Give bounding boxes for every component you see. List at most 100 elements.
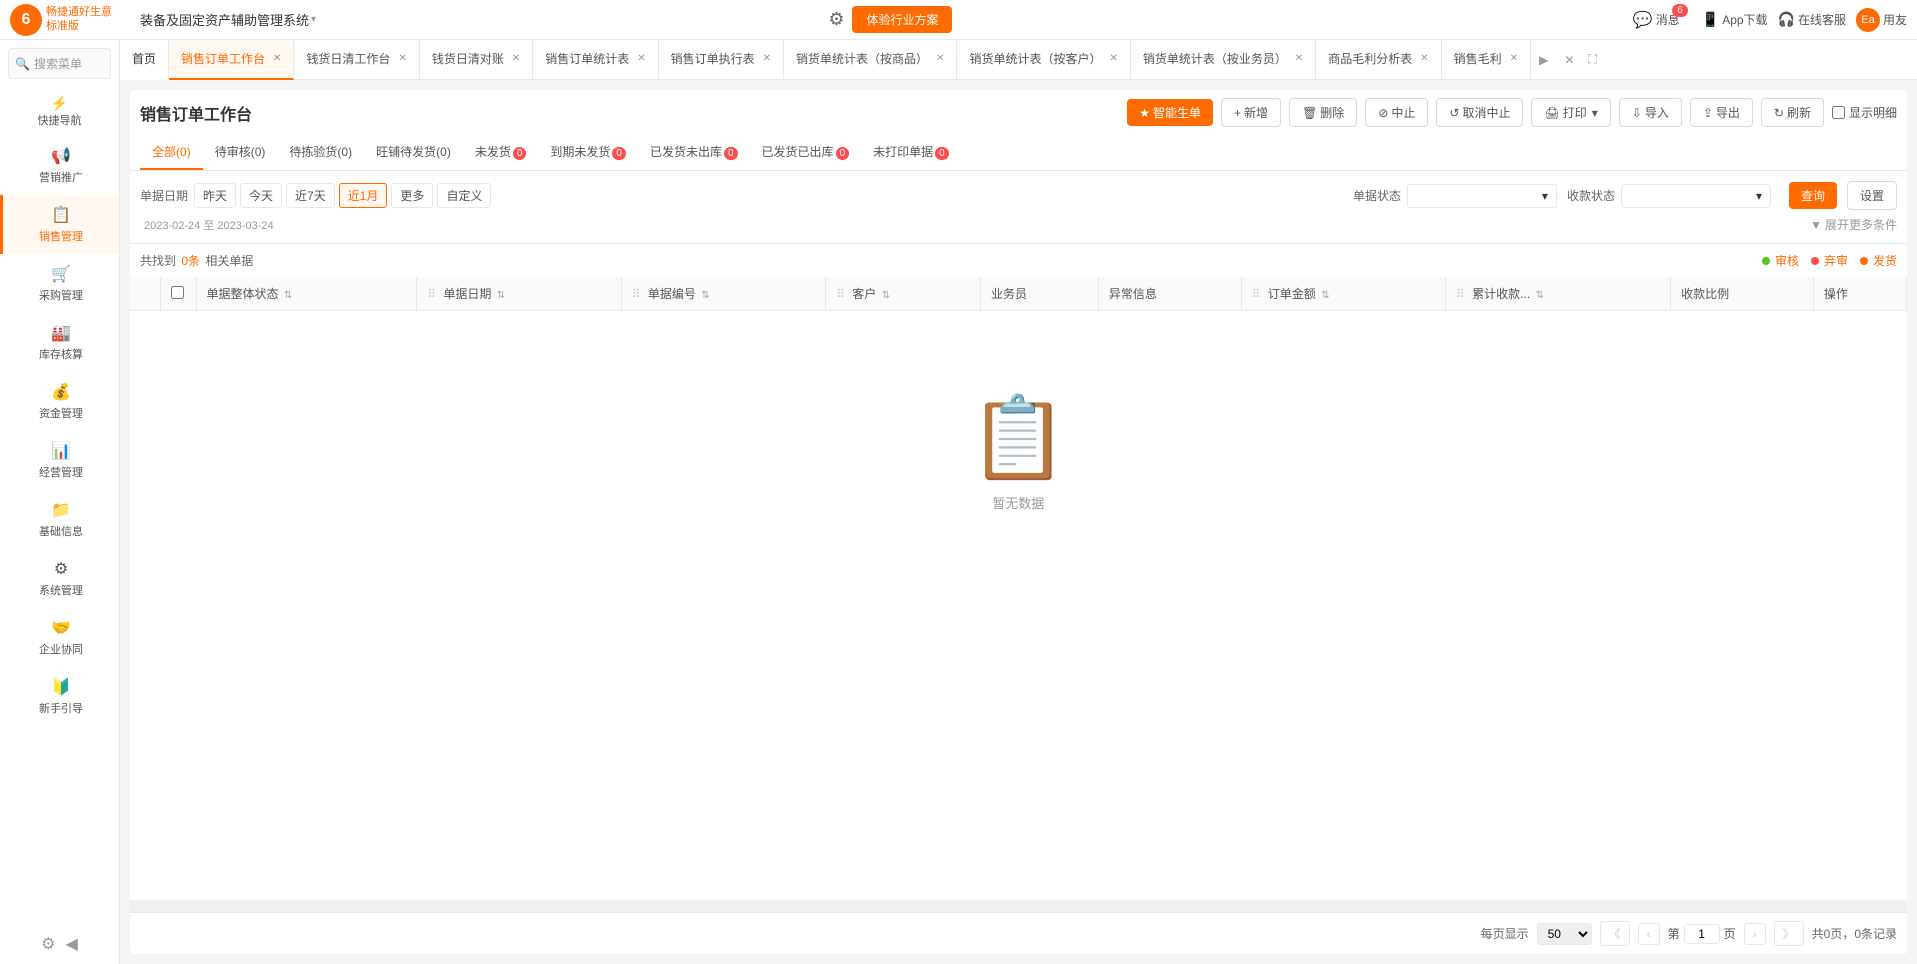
th-amount-sort-icon: ⇅ <box>1321 290 1329 301</box>
sidebar-item-inventory[interactable]: 🏭 库存核算 <box>0 313 119 372</box>
ship-btn[interactable]: 发货 <box>1860 252 1897 269</box>
tab-cash-reconcile[interactable]: 钱货日清对账 ✕ <box>420 40 533 80</box>
sidebar-item-finance[interactable]: 💰 资金管理 <box>0 372 119 431</box>
tab-sales-summary-customer-close[interactable]: ✕ <box>1109 53 1117 64</box>
tab-home[interactable]: 首页 <box>120 40 169 80</box>
date-today-btn[interactable]: 今天 <box>240 183 282 208</box>
tab-more-btn[interactable]: ▶ <box>1531 53 1556 67</box>
add-btn[interactable]: + 新增 <box>1221 98 1281 127</box>
sub-tab-shipped-out[interactable]: 已发货已出库0 <box>750 135 862 170</box>
tab-sales-stat-close[interactable]: ✕ <box>637 53 645 64</box>
sidebar-item-fast-nav[interactable]: ⚡ 快捷导航 <box>0 87 119 136</box>
online-service-btn[interactable]: 🎧 在线客服 <box>1778 11 1846 28</box>
print-dropdown-icon[interactable]: ▾ <box>1592 106 1598 120</box>
search-menu-btn[interactable]: 🔍 搜索菜单 <box>8 48 111 79</box>
refresh-btn[interactable]: ↻ 刷新 <box>1761 98 1824 127</box>
message-btn[interactable]: 💬 6 消息 <box>1633 10 1680 30</box>
sidebar-item-purchase[interactable]: 🛒 采购管理 <box>0 254 119 313</box>
th-number[interactable]: ⠿ 单据编号 ⇅ <box>621 277 825 311</box>
tab-sales-profit[interactable]: 销售毛利 ✕ <box>1442 40 1531 80</box>
show-detail-label[interactable]: 显示明细 <box>1832 104 1897 121</box>
horizontal-scrollbar[interactable] <box>130 900 1907 912</box>
date-1month-btn[interactable]: 近1月 <box>339 183 388 208</box>
tab-sales-summary-product-close[interactable]: ✕ <box>936 53 944 64</box>
th-customer[interactable]: ⠿ 客户 ⇅ <box>826 277 981 311</box>
status-select[interactable]: ▾ <box>1407 184 1557 208</box>
next-page-btn[interactable]: › <box>1744 923 1766 945</box>
industry-btn[interactable]: 体验行业方案 <box>852 6 952 33</box>
sub-tab-wangpu-pending[interactable]: 旺铺待发货(0) <box>364 135 463 170</box>
app-download-btn[interactable]: 📱 App下载 <box>1702 11 1768 28</box>
collection-select[interactable]: ▾ <box>1621 184 1771 208</box>
date-yesterday-btn[interactable]: 昨天 <box>194 183 236 208</box>
delete-btn[interactable]: 🗑 删除 <box>1289 98 1357 127</box>
th-collected[interactable]: ⠿ 累计收款... ⇅ <box>1446 277 1671 311</box>
tab-sales-stat[interactable]: 销售订单统计表 ✕ <box>533 40 658 80</box>
import-btn[interactable]: ⇩ 导入 <box>1619 98 1682 127</box>
tab-cash-daily[interactable]: 钱货日清工作台 ✕ <box>294 40 419 80</box>
th-status[interactable]: 单据整体状态 ⇅ <box>196 277 417 311</box>
sidebar-item-sales[interactable]: 📋 销售管理 <box>0 195 119 254</box>
sub-tab-expired-not-shipped[interactable]: 到期未发货0 <box>538 135 638 170</box>
tab-sales-summary-staff[interactable]: 销货单统计表（按业务员） ✕ <box>1131 40 1316 80</box>
smart-create-btn[interactable]: ★ 智能生单 <box>1127 99 1213 126</box>
settings-gear-icon[interactable]: ⚙ <box>828 9 844 30</box>
date-filter-btns: 昨天 今天 近7天 近1月 更多 自定义 <box>194 183 491 208</box>
tab-sales-profit-close[interactable]: ✕ <box>1510 53 1518 64</box>
date-7days-btn[interactable]: 近7天 <box>286 183 335 208</box>
export-btn[interactable]: ⇪ 导出 <box>1690 98 1753 127</box>
abandon-review-btn[interactable]: 弃审 <box>1811 252 1848 269</box>
sub-tab-pending-inspect[interactable]: 待拣验货(0) <box>277 135 364 170</box>
sub-tab-shipped-not-out[interactable]: 已发货未出库0 <box>638 135 750 170</box>
sidebar-item-marketing[interactable]: 📢 营销推广 <box>0 136 119 195</box>
last-page-btn[interactable]: 》 <box>1774 921 1804 946</box>
system-title-dropdown[interactable]: ▾ <box>311 14 316 25</box>
tab-cash-daily-close[interactable]: ✕ <box>398 53 406 64</box>
tab-cash-reconcile-close[interactable]: ✕ <box>512 53 520 64</box>
prev-page-btn[interactable]: ‹ <box>1638 923 1660 945</box>
filter-settings-btn[interactable]: 设置 <box>1847 181 1897 210</box>
sidebar-item-basic[interactable]: 📁 基础信息 <box>0 490 119 549</box>
show-detail-checkbox[interactable] <box>1832 106 1845 119</box>
th-drag-handle: ⠿ <box>427 287 436 301</box>
page-input[interactable] <box>1684 924 1720 944</box>
suspend-btn[interactable]: ⊘ 中止 <box>1365 98 1428 127</box>
sidebar-item-guide[interactable]: 🔰 新手引导 <box>0 667 119 726</box>
review-btn[interactable]: 审核 <box>1762 252 1799 269</box>
select-all-checkbox[interactable] <box>171 286 184 299</box>
th-date[interactable]: ⠿ 单据日期 ⇅ <box>417 277 621 311</box>
first-page-btn[interactable]: 《 <box>1600 921 1630 946</box>
sub-tab-not-shipped[interactable]: 未发货0 <box>463 135 539 170</box>
query-btn[interactable]: 查询 <box>1789 182 1837 209</box>
date-more-btn[interactable]: 更多 <box>391 183 433 208</box>
tab-sales-summary-customer[interactable]: 销货单统计表（按客户） ✕ <box>957 40 1130 80</box>
tab-close-all-btn[interactable]: ✕ <box>1556 53 1582 67</box>
sub-tab-all[interactable]: 全部(0) <box>140 135 203 170</box>
sidebar-collapse-btn[interactable]: ◀ <box>66 934 78 954</box>
sales-icon: 📋 <box>51 205 71 225</box>
tab-sales-workbench[interactable]: 销售订单工作台 ✕ <box>169 40 294 80</box>
tab-fullscreen-btn[interactable]: ⛶ <box>1582 52 1602 67</box>
th-staff[interactable]: 业务员 <box>981 277 1099 311</box>
print-btn[interactable]: 🖨 打印 ▾ <box>1531 98 1610 127</box>
sub-tab-not-printed[interactable]: 未打印单据0 <box>861 135 961 170</box>
sidebar-item-operations[interactable]: 📊 经营管理 <box>0 431 119 490</box>
tab-goods-margin[interactable]: 商品毛利分析表 ✕ <box>1316 40 1441 80</box>
tab-sales-summary-staff-close[interactable]: ✕ <box>1295 53 1303 64</box>
date-custom-btn[interactable]: 自定义 <box>437 183 491 208</box>
th-checkbox[interactable] <box>160 277 196 311</box>
tab-sales-workbench-close[interactable]: ✕ <box>273 53 281 64</box>
sidebar-item-system[interactable]: ⚙ 系统管理 <box>0 549 119 608</box>
user-menu-btn[interactable]: Ea 用友 <box>1856 8 1907 32</box>
cancel-suspend-btn[interactable]: ↺ 取消中止 <box>1436 98 1523 127</box>
tab-sales-exec-close[interactable]: ✕ <box>763 53 771 64</box>
per-page-select[interactable]: 10 20 50 100 <box>1537 923 1592 945</box>
tab-sales-exec[interactable]: 销售订单执行表 ✕ <box>659 40 784 80</box>
expand-filter-btn[interactable]: ▼ 展开更多条件 <box>1810 216 1897 233</box>
sidebar-settings-btn[interactable]: ⚙ <box>41 934 55 954</box>
sidebar-item-enterprise[interactable]: 🤝 企业协同 <box>0 608 119 667</box>
tab-sales-summary-product[interactable]: 销货单统计表（按商品） ✕ <box>784 40 957 80</box>
tab-goods-margin-close[interactable]: ✕ <box>1420 53 1428 64</box>
sub-tab-pending-review[interactable]: 待审核(0) <box>203 135 278 170</box>
th-amount[interactable]: ⠿ 订单金额 ⇅ <box>1241 277 1445 311</box>
